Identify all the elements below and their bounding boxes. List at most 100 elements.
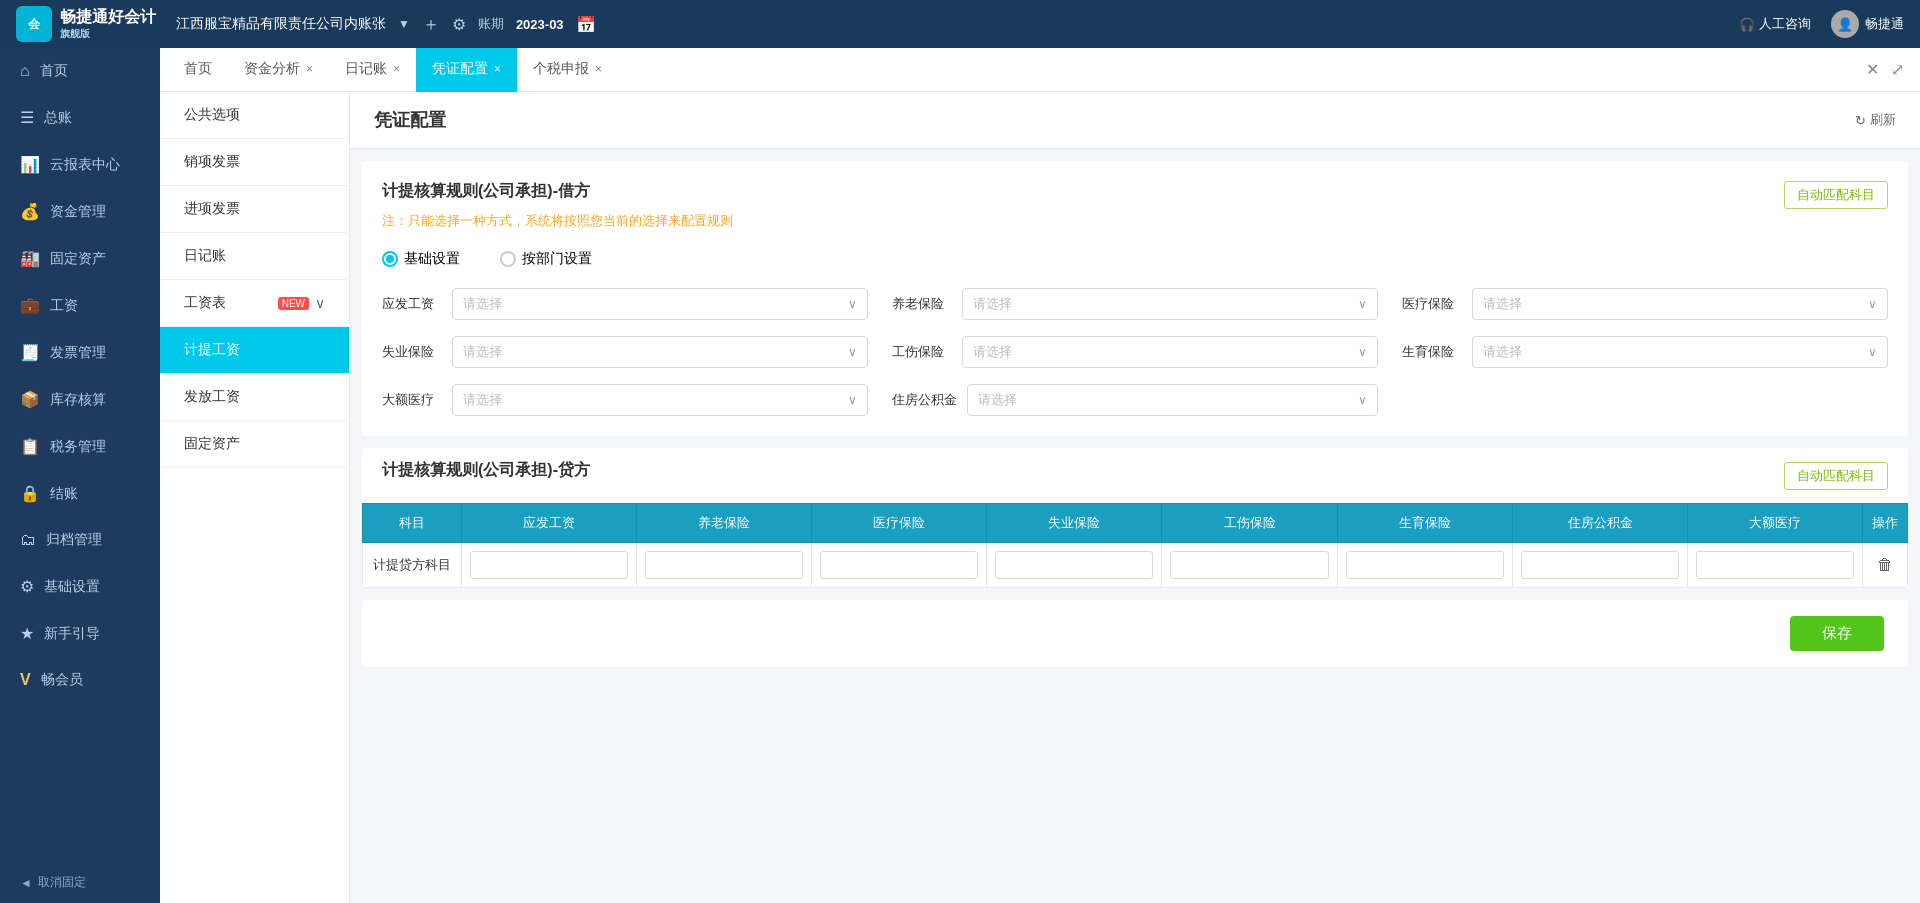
workinjury-select[interactable]: 请选择 ∨ xyxy=(962,336,1378,368)
user-name: 畅捷通 xyxy=(1865,15,1904,33)
sidebar-label-invoice: 发票管理 xyxy=(50,344,106,362)
avatar-icon: 👤 xyxy=(1837,17,1853,32)
company-dropdown-icon[interactable]: ▼ xyxy=(398,17,410,31)
nav-pay-payroll[interactable]: 发放工资 xyxy=(160,374,349,421)
td-large-medical xyxy=(1688,543,1863,588)
nav-journal[interactable]: 日记账 xyxy=(160,233,349,280)
salary-arrow-icon: ∨ xyxy=(848,297,857,311)
input-maternity[interactable] xyxy=(1346,551,1504,579)
home-icon: ⌂ xyxy=(20,62,30,80)
tab-home[interactable]: 首页 xyxy=(168,48,228,92)
user-info[interactable]: 👤 畅捷通 xyxy=(1831,10,1904,38)
th-unemployment: 失业保险 xyxy=(987,504,1162,543)
medical-select[interactable]: 请选择 ∨ xyxy=(1472,288,1888,320)
add-account-button[interactable]: ＋ xyxy=(422,12,440,36)
tab-funds[interactable]: 资金分析 × xyxy=(228,48,329,92)
tab-voucher[interactable]: 凭证配置 × xyxy=(416,48,517,92)
sidebar-item-ledger[interactable]: ☰ 总账 xyxy=(0,94,160,141)
unemployment-label: 失业保险 xyxy=(382,343,442,361)
sidebar-item-funds[interactable]: 💰 资金管理 xyxy=(0,188,160,235)
input-medical[interactable] xyxy=(820,551,978,579)
sidebar-item-payroll[interactable]: 💼 工资 xyxy=(0,282,160,329)
sidebar-item-reports[interactable]: 📊 云报表中心 xyxy=(0,141,160,188)
input-salary[interactable] xyxy=(470,551,628,579)
nav-purchase-label: 进项发票 xyxy=(184,200,240,216)
pension-label: 养老保险 xyxy=(892,295,952,313)
nav-calc-payroll[interactable]: 计提工资 xyxy=(160,327,349,374)
close-tab-button[interactable]: ✕ xyxy=(1866,60,1879,79)
app-logo: 会 畅捷通好会计 旗舰版 xyxy=(16,6,176,42)
maternity-label: 生育保险 xyxy=(1402,343,1462,361)
input-housing[interactable] xyxy=(1521,551,1679,579)
cancel-pin-button[interactable]: ◄ 取消固定 xyxy=(0,862,160,903)
radio-dept[interactable]: 按部门设置 xyxy=(500,250,592,268)
sidebar-item-vip[interactable]: V 畅会员 xyxy=(0,657,160,703)
sidebar-item-fixed[interactable]: 🏭 固定资产 xyxy=(0,235,160,282)
sidebar-item-home[interactable]: ⌂ 首页 xyxy=(0,48,160,94)
nav-public[interactable]: 公共选项 xyxy=(160,92,349,139)
tab-tax[interactable]: 个税申报 × xyxy=(517,48,618,92)
credit-section-title: 计提核算规则(公司承担)-贷方 xyxy=(382,460,590,481)
input-workinjury[interactable] xyxy=(1170,551,1328,579)
large-medical-select[interactable]: 请选择 ∨ xyxy=(452,384,868,416)
unemployment-select[interactable]: 请选择 ∨ xyxy=(452,336,868,368)
nav-payroll-table[interactable]: 工资表 NEW ∨ xyxy=(160,280,349,327)
sidebar-item-archive[interactable]: 🗂 归档管理 xyxy=(0,517,160,563)
invoice-icon: 🧾 xyxy=(20,343,40,362)
app-edition: 旗舰版 xyxy=(60,27,156,41)
expand-tab-button[interactable]: ⤢ xyxy=(1891,60,1904,79)
th-action: 操作 xyxy=(1863,504,1908,543)
sidebar-label-funds: 资金管理 xyxy=(50,203,106,221)
refresh-button[interactable]: ↻ 刷新 xyxy=(1855,111,1896,129)
sidebar-label-vip: 畅会员 xyxy=(41,671,83,689)
sidebar-item-close[interactable]: 🔒 结账 xyxy=(0,470,160,517)
consult-button[interactable]: 🎧 人工咨询 xyxy=(1739,15,1811,33)
credit-auto-match-button[interactable]: 自动匹配科目 xyxy=(1784,462,1888,490)
workinjury-placeholder: 请选择 xyxy=(973,343,1012,361)
settings-icon[interactable]: ⚙ xyxy=(452,15,466,34)
company-name: 江西服宝精品有限责任公司内账张 xyxy=(176,15,386,33)
input-large-medical[interactable] xyxy=(1696,551,1854,579)
pension-placeholder: 请选择 xyxy=(973,295,1012,313)
left-nav: 公共选项 销项发票 进项发票 日记账 工资表 NEW ∨ xyxy=(160,92,350,903)
maternity-select[interactable]: 请选择 ∨ xyxy=(1472,336,1888,368)
funds-icon: 💰 xyxy=(20,202,40,221)
sidebar-item-tax[interactable]: 📋 税务管理 xyxy=(0,423,160,470)
td-unemployment xyxy=(987,543,1162,588)
sidebar-label-close: 结账 xyxy=(50,485,78,503)
sidebar-item-guide[interactable]: ★ 新手引导 xyxy=(0,610,160,657)
credit-section: 计提核算规则(公司承担)-贷方 自动匹配科目 科目 应发工资 养老保险 医疗保险… xyxy=(362,448,1908,588)
save-button[interactable]: 保存 xyxy=(1790,616,1884,651)
salary-label: 应发工资 xyxy=(382,295,442,313)
delete-row-button[interactable]: 🗑 xyxy=(1877,556,1893,573)
td-delete: 🗑 xyxy=(1863,543,1908,588)
payroll-icon: 💼 xyxy=(20,296,40,315)
debit-section-title: 计提核算规则(公司承担)-借方 xyxy=(382,181,733,202)
tab-voucher-close[interactable]: × xyxy=(494,62,501,76)
th-workinjury: 工伤保险 xyxy=(1162,504,1337,543)
nav-sales[interactable]: 销项发票 xyxy=(160,139,349,186)
sidebar-item-inventory[interactable]: 📦 库存核算 xyxy=(0,376,160,423)
sidebar-item-invoice[interactable]: 🧾 发票管理 xyxy=(0,329,160,376)
pension-select[interactable]: 请选择 ∨ xyxy=(962,288,1378,320)
tab-journal[interactable]: 日记账 × xyxy=(329,48,416,92)
input-pension[interactable] xyxy=(645,551,803,579)
input-unemployment[interactable] xyxy=(995,551,1153,579)
top-bar: 会 畅捷通好会计 旗舰版 江西服宝精品有限责任公司内账张 ▼ ＋ ⚙ 账期 20… xyxy=(0,0,1920,48)
nav-pay-payroll-label: 发放工资 xyxy=(184,388,240,404)
th-maternity: 生育保险 xyxy=(1337,504,1512,543)
tab-journal-close[interactable]: × xyxy=(393,62,400,76)
radio-basic[interactable]: 基础设置 xyxy=(382,250,460,268)
sidebar-item-basic[interactable]: ⚙ 基础设置 xyxy=(0,563,160,610)
nav-purchase[interactable]: 进项发票 xyxy=(160,186,349,233)
nav-fixed-assets[interactable]: 固定资产 xyxy=(160,421,349,468)
page-title: 凭证配置 xyxy=(374,108,446,132)
radio-basic-label: 基础设置 xyxy=(404,250,460,268)
debit-auto-match-button[interactable]: 自动匹配科目 xyxy=(1784,181,1888,209)
calendar-icon[interactable]: 📅 xyxy=(576,15,596,34)
tab-funds-close[interactable]: × xyxy=(306,62,313,76)
housing-fund-select[interactable]: 请选择 ∨ xyxy=(967,384,1378,416)
basic-icon: ⚙ xyxy=(20,577,34,596)
salary-select[interactable]: 请选择 ∨ xyxy=(452,288,868,320)
tab-tax-close[interactable]: × xyxy=(595,62,602,76)
